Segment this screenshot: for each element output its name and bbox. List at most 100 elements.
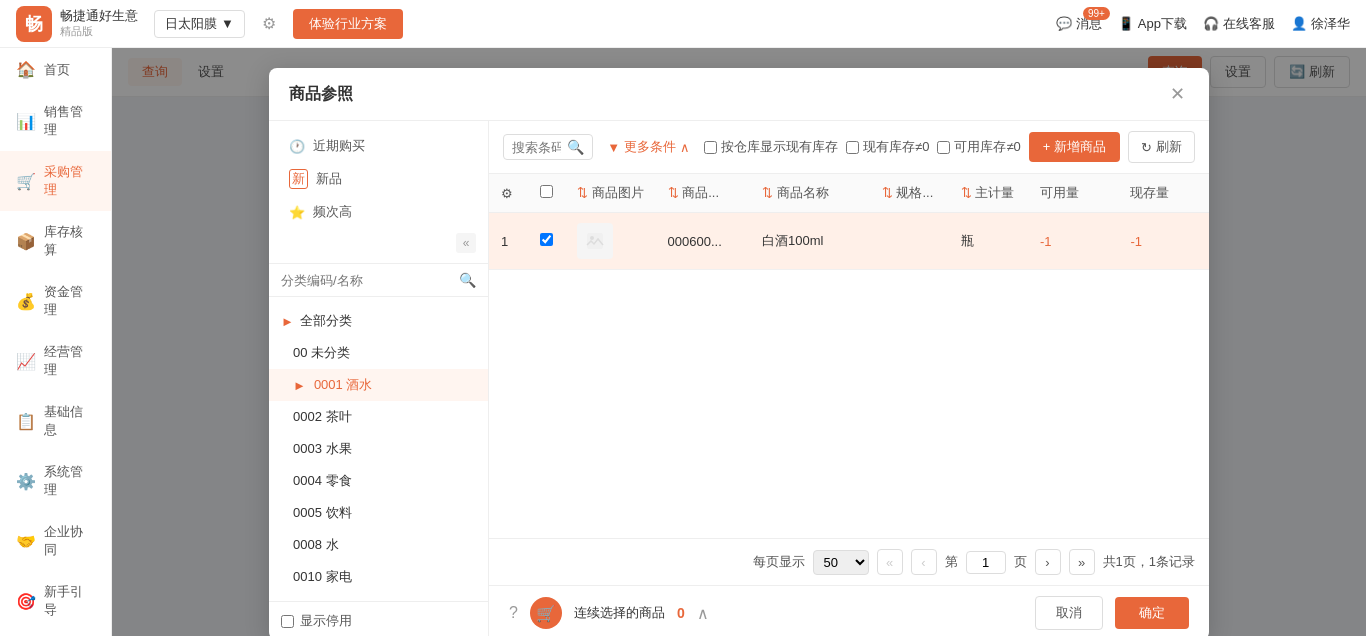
company-select[interactable]: 日太阳膜 ▼ xyxy=(154,10,245,38)
tree-item-all[interactable]: ► 全部分类 xyxy=(269,305,488,337)
tree-item-0005[interactable]: 0005 饮料 xyxy=(269,497,488,529)
col-gear-icon: ⚙ xyxy=(501,186,513,201)
company-name: 日太阳膜 xyxy=(165,15,217,33)
tree-item-0001[interactable]: ► 0001 酒水 xyxy=(269,369,488,401)
new-product-button[interactable]: + 新增商品 xyxy=(1029,132,1120,162)
category-search-icon[interactable]: 🔍 xyxy=(459,272,476,288)
sidebar-item-operations[interactable]: 📈 经营管理 xyxy=(0,331,111,391)
product-table: ⚙ ⇅ 商品图片 xyxy=(489,174,1209,270)
enterprise-icon: 🤝 xyxy=(16,532,36,551)
product-search-icon[interactable]: 🔍 xyxy=(567,139,584,155)
tree-label-0002: 0002 茶叶 xyxy=(293,408,352,426)
sidebar-item-apps[interactable]: 📱 应用中心 xyxy=(0,631,111,636)
new-icon: 新 xyxy=(289,169,308,189)
sidebar-item-finance[interactable]: 💰 资金管理 xyxy=(0,271,111,331)
product-search-input[interactable] xyxy=(512,140,561,155)
finance-icon: 💰 xyxy=(16,292,36,311)
col-header-stock[interactable]: 现存量 xyxy=(1118,174,1209,213)
gear-icon[interactable]: ⚙ xyxy=(253,8,285,40)
next-page-button[interactable]: › xyxy=(1035,549,1061,575)
confirm-button[interactable]: 确定 xyxy=(1115,597,1189,629)
sidebar-item-guide[interactable]: 🎯 新手引导 xyxy=(0,571,111,631)
warehouse-checkbox[interactable] xyxy=(704,141,717,154)
available-checkbox[interactable] xyxy=(937,141,950,154)
sidebar-item-system[interactable]: ⚙️ 系统管理 xyxy=(0,451,111,511)
sidebar-item-purchase[interactable]: 🛒 采购管理 xyxy=(0,151,111,211)
table-row[interactable]: 1 xyxy=(489,213,1209,270)
first-page-button[interactable]: « xyxy=(877,549,903,575)
sidebar-label-home: 首页 xyxy=(44,61,70,79)
show-disabled-label: 显示停用 xyxy=(300,612,352,630)
col-header-available[interactable]: 可用量 xyxy=(1028,174,1118,213)
sidebar-item-basic[interactable]: 📋 基础信息 xyxy=(0,391,111,451)
stock-checkbox[interactable] xyxy=(846,141,859,154)
col-header-unit[interactable]: ⇅ 主计量 xyxy=(949,174,1028,213)
tree-label-0001: 0001 酒水 xyxy=(314,376,373,394)
last-page-button[interactable]: » xyxy=(1069,549,1095,575)
tree-label-0008: 0008 水 xyxy=(293,536,339,554)
col-header-spec[interactable]: ⇅ 规格... xyxy=(870,174,949,213)
online-service-item[interactable]: 🎧 在线客服 xyxy=(1203,15,1275,33)
checkbox-stock-not-zero[interactable]: 现有库存≠0 xyxy=(846,138,929,156)
tree-label-0003: 0003 水果 xyxy=(293,440,352,458)
category-tree: ► 全部分类 00 未分类 ► 0001 酒水 0002 茶 xyxy=(269,297,488,601)
tree-arrow-all: ► xyxy=(281,314,294,329)
collapse-icon[interactable]: ∧ xyxy=(697,604,709,623)
tree-item-0004[interactable]: 0004 零食 xyxy=(269,465,488,497)
category-search-input[interactable] xyxy=(281,273,453,288)
new-label: 新品 xyxy=(316,170,342,188)
tree-item-0010[interactable]: 0010 家电 xyxy=(269,561,488,593)
app-download-item[interactable]: 📱 App下载 xyxy=(1118,15,1187,33)
trial-button[interactable]: 体验行业方案 xyxy=(293,9,403,39)
sidebar-label-guide: 新手引导 xyxy=(44,583,95,619)
col-header-code[interactable]: ⇅ 商品... xyxy=(656,174,750,213)
modal-footer: ? 🛒 连续选择的商品 0 ∧ 取消 确定 xyxy=(489,585,1209,636)
cancel-button[interactable]: 取消 xyxy=(1035,596,1103,630)
sidebar-item-inventory[interactable]: 📦 库存核算 xyxy=(0,211,111,271)
filter-label: 更多条件 xyxy=(624,138,676,156)
refresh-button[interactable]: ↻ 刷新 xyxy=(1128,131,1195,163)
product-table-container: ⚙ ⇅ 商品图片 xyxy=(489,174,1209,538)
show-disabled-checkbox[interactable] xyxy=(281,615,294,628)
checkbox-available-not-zero[interactable]: 可用库存≠0 xyxy=(937,138,1020,156)
modal-close-button[interactable]: ✕ xyxy=(1165,82,1189,106)
sort-icon-spec: ⇅ xyxy=(882,185,893,200)
new-products-item[interactable]: 新 新品 xyxy=(281,163,476,195)
recent-purchases-item[interactable]: 🕐 近期购买 xyxy=(281,131,476,161)
sidebar-label-finance: 资金管理 xyxy=(44,283,95,319)
page-number-input[interactable] xyxy=(966,551,1006,574)
page-label: 第 xyxy=(945,553,958,571)
user-item[interactable]: 👤 徐泽华 xyxy=(1291,15,1350,33)
col-header-gear: ⚙ xyxy=(489,174,528,213)
left-collapse-button[interactable]: « xyxy=(456,233,476,253)
prev-page-button[interactable]: ‹ xyxy=(911,549,937,575)
help-icon[interactable]: ? xyxy=(509,604,518,622)
sort-icon-name: ⇅ xyxy=(762,185,773,200)
tree-item-0002[interactable]: 0002 茶叶 xyxy=(269,401,488,433)
page-size-label: 每页显示 xyxy=(753,553,805,571)
select-all-checkbox[interactable] xyxy=(540,185,553,198)
product-image xyxy=(577,223,613,259)
sidebar-item-enterprise[interactable]: 🤝 企业协同 xyxy=(0,511,111,571)
row-checkbox[interactable] xyxy=(540,233,553,246)
message-item[interactable]: 💬 消息 99+ xyxy=(1056,15,1102,33)
cart-icon[interactable]: 🛒 xyxy=(530,597,562,629)
sort-icon-image: ⇅ xyxy=(577,185,588,200)
tree-item-0003[interactable]: 0003 水果 xyxy=(269,433,488,465)
frequent-item[interactable]: ⭐ 频次高 xyxy=(281,197,476,227)
tree-item-00[interactable]: 00 未分类 xyxy=(269,337,488,369)
filter-button[interactable]: ▼ 更多条件 ∧ xyxy=(601,134,696,160)
tree-item-0008[interactable]: 0008 水 xyxy=(269,529,488,561)
tree-label-0005: 0005 饮料 xyxy=(293,504,352,522)
pagination-row: 每页显示 10 20 50 100 « ‹ 第 页 xyxy=(489,538,1209,585)
inventory-icon: 📦 xyxy=(16,232,36,251)
sidebar-item-sales[interactable]: 📊 销售管理 xyxy=(0,91,111,151)
product-reference-modal: 商品参照 ✕ 🕐 近期购买 新 新 xyxy=(269,68,1209,636)
sidebar-item-home[interactable]: 🏠 首页 xyxy=(0,48,111,91)
cell-available: -1 xyxy=(1028,213,1118,270)
checkbox-show-warehouse[interactable]: 按仓库显示现有库存 xyxy=(704,138,838,156)
quick-nav: 🕐 近期购买 新 新品 ⭐ 频次高 « xyxy=(269,121,488,264)
col-header-name[interactable]: ⇅ 商品名称 xyxy=(750,174,870,213)
page-size-select[interactable]: 10 20 50 100 xyxy=(813,550,869,575)
filter-chevron-icon: ∧ xyxy=(680,140,690,155)
